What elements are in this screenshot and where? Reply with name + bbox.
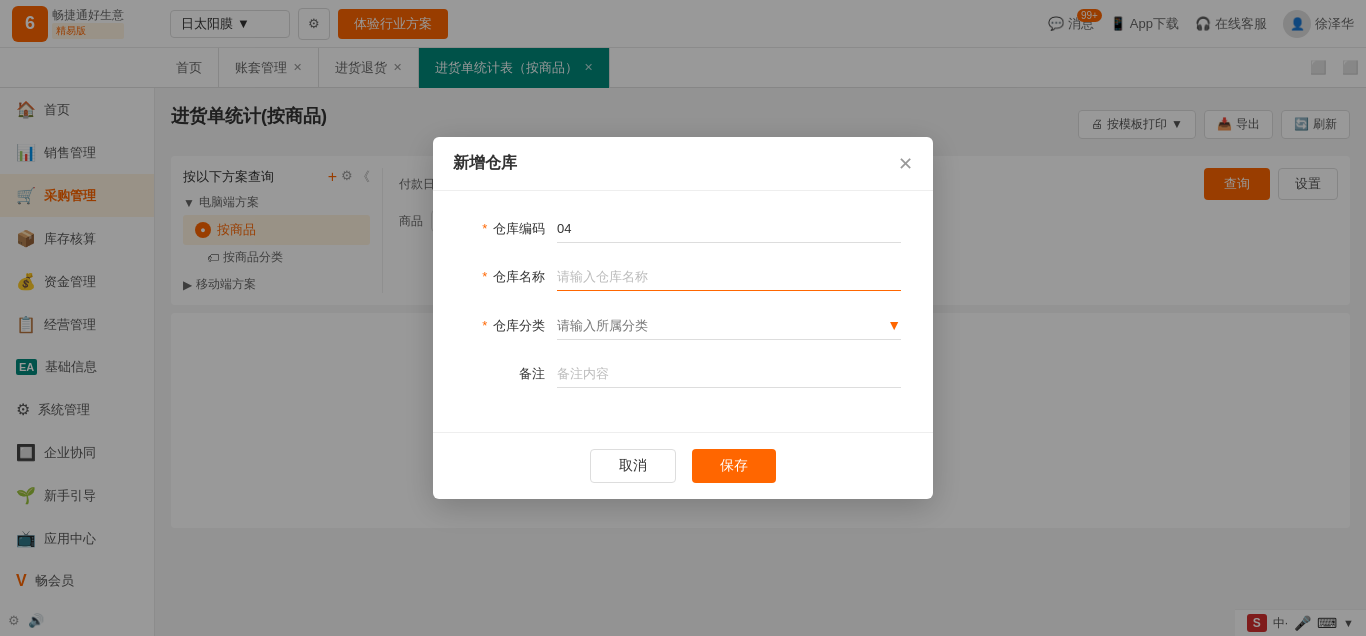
form-row-note: 备注 [465, 360, 901, 388]
add-warehouse-modal: 新增仓库 ✕ * 仓库编码 * 仓库名称 [433, 137, 933, 499]
note-input[interactable] [557, 360, 901, 388]
category-label: * 仓库分类 [465, 317, 545, 335]
form-row-name: * 仓库名称 [465, 263, 901, 291]
modal-body: * 仓库编码 * 仓库名称 * 仓库分类 [433, 191, 933, 432]
code-input[interactable] [557, 215, 901, 243]
required-star-code: * [482, 221, 487, 236]
modal-overlay: 新增仓库 ✕ * 仓库编码 * 仓库名称 [0, 0, 1366, 636]
form-row-category: * 仓库分类 ▼ [465, 311, 901, 340]
name-label: * 仓库名称 [465, 268, 545, 286]
category-input[interactable] [557, 318, 887, 333]
modal-header: 新增仓库 ✕ [433, 137, 933, 191]
modal-close-button[interactable]: ✕ [898, 155, 913, 173]
note-label: 备注 [465, 365, 545, 383]
name-input[interactable] [557, 263, 901, 291]
modal-footer: 取消 保存 [433, 432, 933, 499]
cancel-button[interactable]: 取消 [590, 449, 676, 483]
code-label: * 仓库编码 [465, 220, 545, 238]
save-button[interactable]: 保存 [692, 449, 776, 483]
modal-title: 新增仓库 [453, 153, 517, 174]
required-star-category: * [482, 318, 487, 333]
category-select-row[interactable]: ▼ [557, 311, 901, 340]
form-row-code: * 仓库编码 [465, 215, 901, 243]
category-chevron-icon: ▼ [887, 317, 901, 333]
required-star-name: * [482, 269, 487, 284]
